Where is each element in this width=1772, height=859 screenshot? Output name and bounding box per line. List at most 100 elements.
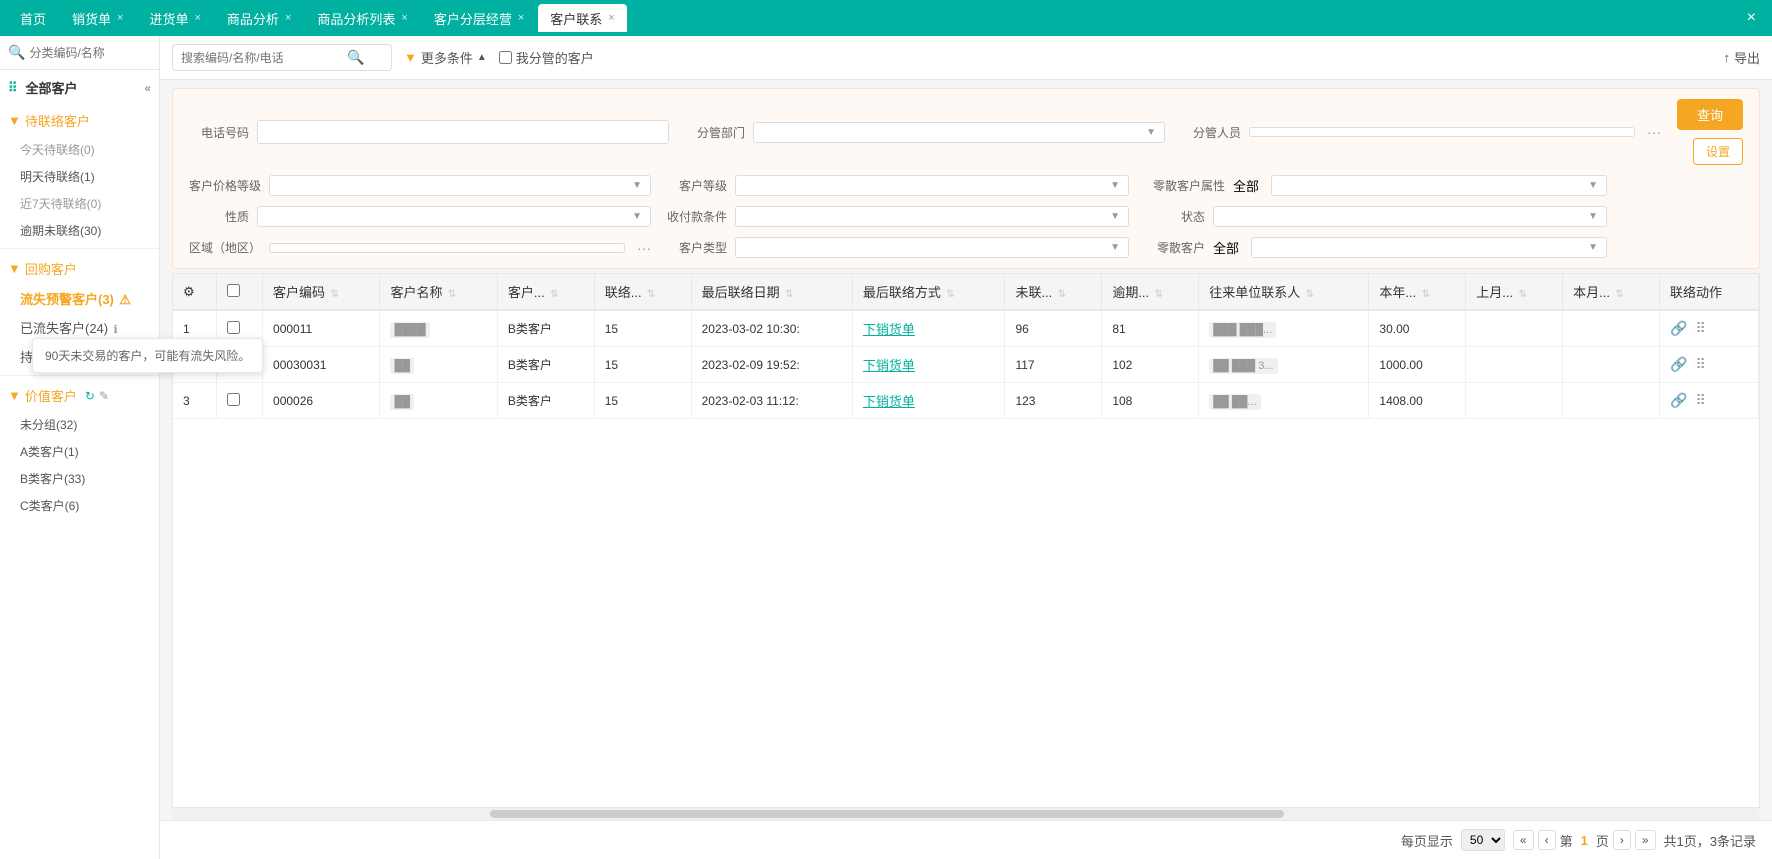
row-checkbox-2[interactable] [227, 393, 240, 406]
close-all-button[interactable]: × [1739, 9, 1764, 27]
action-grid-icon-1[interactable]: ⠿ [1695, 356, 1705, 373]
settings-button[interactable]: 设置 [1693, 138, 1743, 165]
td-last-method-0[interactable]: 下销货单 [852, 310, 1005, 347]
sidebar-item-today[interactable]: 今天待联络(0) [0, 136, 159, 163]
region-dots[interactable]: ··· [637, 240, 651, 256]
nav-tab-sales-close[interactable]: × [117, 12, 123, 24]
my-customers-checkbox-area[interactable]: 我分管的客户 [499, 48, 594, 67]
export-button[interactable]: ↑ 导出 [1723, 48, 1760, 67]
last-month-sort-icon[interactable]: ⇅ [1518, 289, 1526, 300]
sidebar-item-overdue[interactable]: 逾期未联络(30) [0, 217, 159, 244]
manager-dots[interactable]: ··· [1647, 124, 1661, 140]
type-sort-icon[interactable]: ⇅ [550, 289, 558, 300]
last-page-btn[interactable]: » [1635, 830, 1656, 850]
td-checkbox-2[interactable] [217, 383, 263, 419]
last-method-link-0[interactable]: 下销货单 [863, 322, 915, 337]
th-settings[interactable]: ⚙ [173, 274, 217, 310]
nav-tab-customer-contact[interactable]: 客户联系 × [538, 4, 626, 32]
sidebar-group-value[interactable]: ▼ 价值客户 ↻ ✎ [0, 380, 159, 411]
collapse-icon[interactable]: « [144, 81, 151, 95]
query-button[interactable]: 查询 [1677, 99, 1743, 130]
payment-select[interactable]: ▼ [735, 206, 1129, 227]
td-code-2: 000026 [263, 383, 380, 419]
settings-gear-icon[interactable]: ⚙ [183, 284, 195, 299]
nav-tab-analysis-list[interactable]: 商品分析列表 × [305, 4, 419, 32]
last-contact-method-sort-icon[interactable]: ⇅ [946, 289, 954, 300]
sidebar-all-customers-header[interactable]: ⠿ 全部客户 « [0, 70, 159, 105]
th-type: 客户... ⇅ [497, 274, 594, 310]
filter-field-payment: 收付款条件 ▼ [667, 206, 1129, 227]
row-checkbox-0[interactable] [227, 321, 240, 334]
this-month-sort-icon[interactable]: ⇅ [1615, 289, 1623, 300]
uncontacted-sort-icon[interactable]: ⇅ [1058, 289, 1066, 300]
overdue-sort-icon[interactable]: ⇅ [1155, 289, 1163, 300]
td-last-method-1[interactable]: 下销货单 [852, 347, 1005, 383]
select-all-checkbox[interactable] [227, 284, 240, 297]
more-conditions-btn[interactable]: ▼ 更多条件 ▲ [404, 48, 487, 67]
action-link-icon-1[interactable]: 🔗 [1670, 356, 1687, 373]
pagination-bar: 每页显示 50 « ‹ 第 1 页 › » 共1页，3条记录 [160, 820, 1772, 859]
nav-tab-purchase-close[interactable]: × [194, 12, 200, 24]
sidebar-group-pending[interactable]: ▼ 待联络客户 [0, 105, 159, 136]
retail-customer-select[interactable]: ▼ [1251, 237, 1607, 258]
status-select[interactable]: ▼ [1213, 206, 1607, 227]
phone-input[interactable] [257, 120, 669, 144]
this-year-sort-icon[interactable]: ⇅ [1422, 289, 1430, 300]
sidebar-group-repurchase[interactable]: ▼ 回购客户 [0, 253, 159, 284]
search-input[interactable] [181, 51, 341, 65]
sidebar-search-input[interactable] [29, 46, 160, 60]
sidebar-item-7days[interactable]: 近7天待联络(0) [0, 190, 159, 217]
horizontal-scrollbar[interactable] [172, 808, 1760, 820]
nav-tab-customer-segment-close[interactable]: × [518, 12, 524, 24]
prev-page-btn[interactable]: ‹ [1538, 830, 1556, 850]
td-type-1: B类客户 [497, 347, 594, 383]
sidebar-item-b-class[interactable]: B类客户(33) [0, 465, 159, 492]
retail-attr-select[interactable]: ▼ [1271, 175, 1607, 196]
td-last-method-2[interactable]: 下销货单 [852, 383, 1005, 419]
nav-tab-analysis-list-close[interactable]: × [401, 12, 407, 24]
filter-field-retail-customer: 零散客户 全部 ▼ [1145, 237, 1607, 258]
per-page-select[interactable]: 50 [1461, 829, 1505, 851]
nav-tab-sales[interactable]: 销货单 × [60, 4, 135, 32]
last-method-link-1[interactable]: 下销货单 [863, 358, 915, 373]
sidebar-item-churn-warning[interactable]: 流失预警客户(3) ⚠ [0, 284, 159, 313]
customer-type-select[interactable]: ▼ [735, 237, 1129, 258]
value-group-edit-icon[interactable]: ✎ [99, 389, 109, 403]
td-type-0: B类客户 [497, 310, 594, 347]
manager-select[interactable] [1249, 127, 1635, 137]
sidebar-item-tomorrow[interactable]: 明天待联络(1) [0, 163, 159, 190]
first-page-btn[interactable]: « [1513, 830, 1534, 850]
next-page-btn[interactable]: › [1613, 830, 1631, 850]
action-grid-icon-0[interactable]: ⠿ [1695, 320, 1705, 337]
sidebar-item-c-class[interactable]: C类客户(6) [0, 492, 159, 519]
value-group-refresh-icon[interactable]: ↻ [85, 389, 95, 403]
action-grid-icon-2[interactable]: ⠿ [1695, 392, 1705, 409]
contact-person-sort-icon[interactable]: ⇅ [1306, 289, 1314, 300]
sidebar-item-ungrouped[interactable]: 未分组(32) [0, 411, 159, 438]
action-link-icon-0[interactable]: 🔗 [1670, 320, 1687, 337]
search-icon[interactable]: 🔍 [347, 49, 364, 66]
last-contact-date-sort-icon[interactable]: ⇅ [785, 289, 793, 300]
nature-select[interactable]: ▼ [257, 206, 651, 227]
name-sort-icon[interactable]: ⇅ [448, 289, 456, 300]
scroll-thumb[interactable] [490, 810, 1284, 818]
price-level-select[interactable]: ▼ [269, 175, 651, 196]
nav-tab-analysis[interactable]: 商品分析 × [215, 4, 303, 32]
my-customers-checkbox[interactable] [499, 51, 512, 64]
action-link-icon-2[interactable]: 🔗 [1670, 392, 1687, 409]
nav-tab-purchase[interactable]: 进货单 × [137, 4, 212, 32]
code-sort-icon[interactable]: ⇅ [330, 289, 338, 300]
table-area: ⚙ 客户编码 ⇅ 客户名称 ⇅ [172, 273, 1760, 808]
nav-tab-customer-contact-close[interactable]: × [608, 12, 614, 24]
customer-level-select[interactable]: ▼ [735, 175, 1129, 196]
department-select[interactable]: ▼ [753, 122, 1165, 143]
region-select[interactable] [269, 243, 625, 253]
contact-sort-icon[interactable]: ⇅ [647, 289, 655, 300]
nav-tab-analysis-close[interactable]: × [285, 12, 291, 24]
sidebar-item-a-class[interactable]: A类客户(1) [0, 438, 159, 465]
nav-home[interactable]: 首页 [8, 4, 58, 32]
td-overdue-1: 102 [1102, 347, 1199, 383]
last-method-link-2[interactable]: 下销货单 [863, 394, 915, 409]
nav-tab-customer-segment[interactable]: 客户分层经营 × [422, 4, 536, 32]
th-overdue-label: 逾期... [1112, 285, 1149, 300]
